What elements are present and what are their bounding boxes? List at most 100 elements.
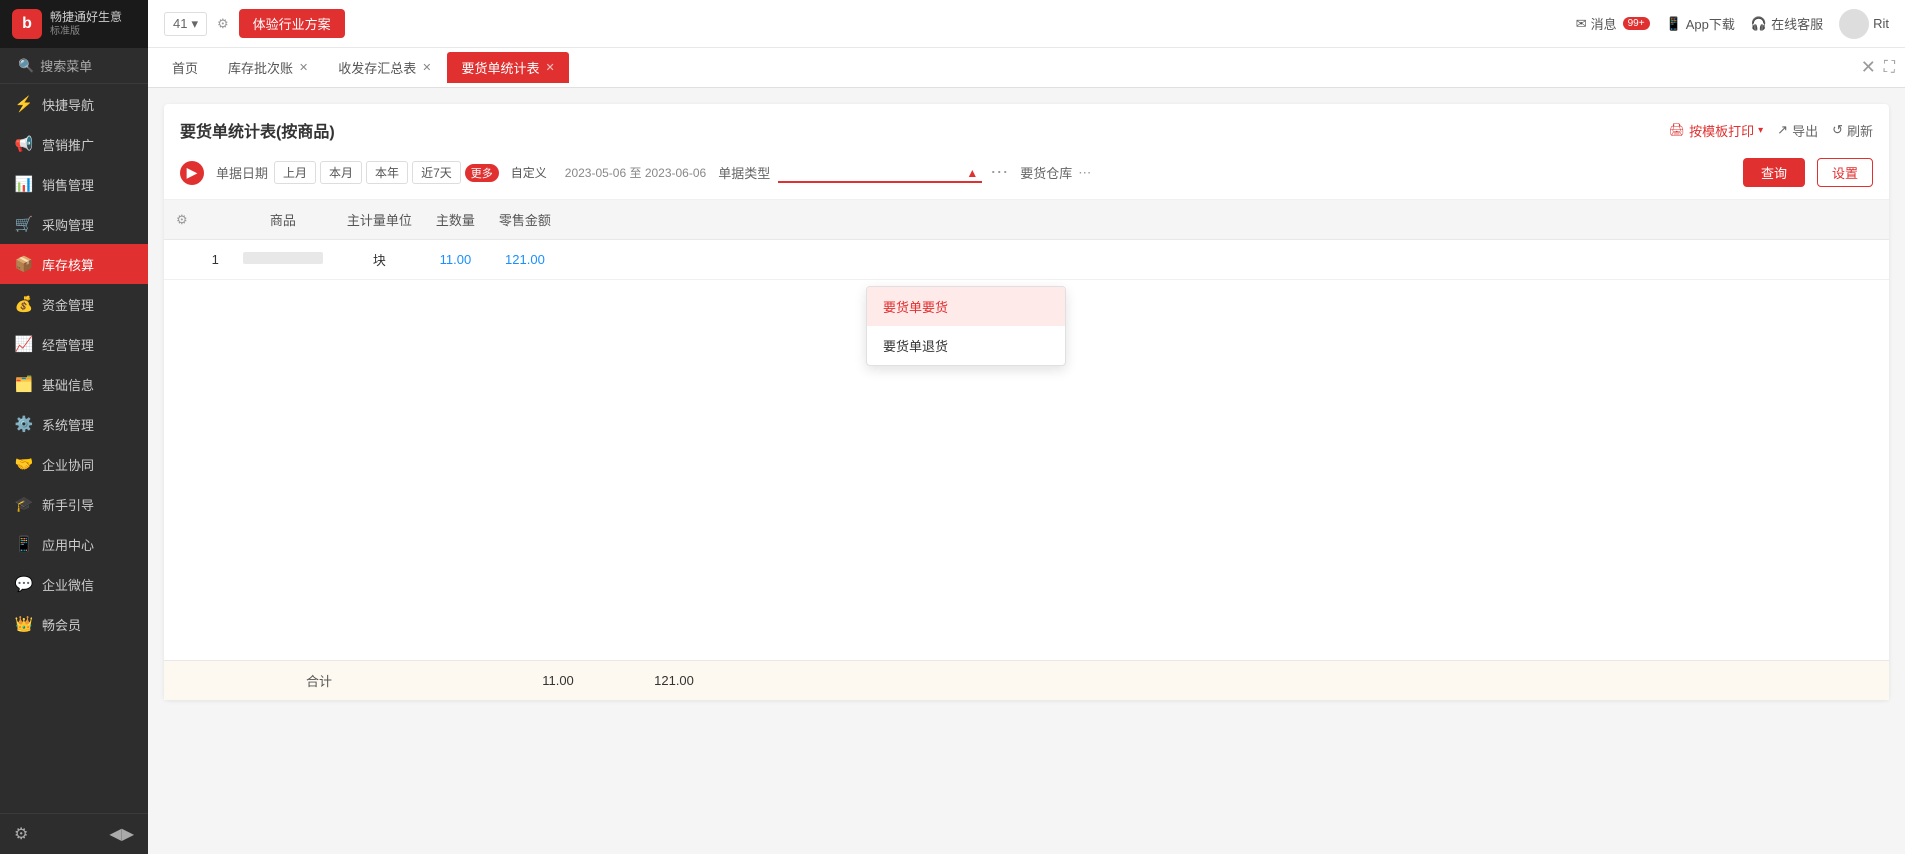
tabs-actions: ✕ ⛶: [1861, 57, 1895, 78]
messages-btn[interactable]: ✉ 消息 99+: [1576, 14, 1650, 33]
filter-more-btn[interactable]: ⋯: [990, 162, 1008, 183]
avatar: [1839, 9, 1869, 39]
tab-shoufa-huizong[interactable]: 收发存汇总表 ✕: [324, 52, 445, 83]
sidebar-item-huiyuan[interactable]: 👑 畅会员: [0, 604, 148, 644]
date-options: 上月 本月 本年 近7天 更多 自定义: [274, 161, 555, 184]
row-product: [231, 240, 335, 280]
row-amount: 121.00: [487, 240, 563, 280]
warehouse-dots-btn[interactable]: ⋯: [1078, 165, 1091, 181]
sidebar-nav: ⚡ 快捷导航 📢 营销推广 📊 销售管理 🛒 采购管理 📦 库存核算 💰 资金管…: [0, 84, 148, 813]
tab-kucun-pici[interactable]: 库存批次账 ✕: [214, 52, 322, 83]
sidebar-item-jichu[interactable]: 🗂️ 基础信息: [0, 364, 148, 404]
refresh-icon: ↺: [1832, 122, 1843, 138]
filter-row: ▶ 单据日期 上月 本月 本年 近7天 更多 自定义 2023-05-06 至 …: [164, 150, 1889, 200]
tab-close-shoufa-huizong[interactable]: ✕: [422, 61, 431, 74]
settings-icon[interactable]: ⚙: [14, 824, 28, 844]
page-title: 要货单统计表(按商品): [180, 118, 335, 142]
app-download-btn[interactable]: 📱 App下载: [1666, 14, 1735, 33]
yingyong-icon: 📱: [14, 534, 34, 554]
sidebar-item-xiaoshou[interactable]: 📊 销售管理: [0, 164, 148, 204]
xiaoshou-icon: 📊: [14, 174, 34, 194]
page-header-actions: 🖨 按模板打印 ▾ ↗ 导出 ↺ 刷新: [1669, 121, 1873, 140]
gear-icon[interactable]: ⚙: [217, 16, 229, 32]
filter-expand-btn[interactable]: ▶: [180, 161, 204, 185]
query-btn[interactable]: 查询: [1743, 158, 1805, 187]
sidebar-item-zijin[interactable]: 💰 资金管理: [0, 284, 148, 324]
app-logo: b: [12, 9, 42, 39]
jichu-icon: 🗂️: [14, 374, 34, 394]
footer-amount: 121.00: [624, 673, 724, 688]
sidebar-item-xitong[interactable]: ⚙️ 系统管理: [0, 404, 148, 444]
sidebar-search[interactable]: 🔍 搜索菜单: [0, 48, 148, 84]
sidebar-item-xinshou[interactable]: 🎓 新手引导: [0, 484, 148, 524]
tab-maximize-icon[interactable]: ⛶: [1884, 59, 1895, 77]
zijin-icon: 💰: [14, 294, 34, 314]
table-col-amount: 零售金额: [487, 200, 563, 240]
chevron-down-icon: ▾: [191, 16, 198, 32]
search-icon: 🔍: [18, 58, 34, 74]
date-more-badge[interactable]: 更多: [465, 164, 499, 182]
industry-btn[interactable]: 体验行业方案: [239, 9, 345, 38]
data-table: ⚙ 商品 主计量单位 主数量 零售金额 1: [164, 200, 1889, 280]
tabs-bar: 首页 库存批次账 ✕ 收发存汇总表 ✕ 要货单统计表 ✕ ✕ ⛶: [148, 48, 1905, 88]
download-icon: 📱: [1666, 16, 1682, 32]
page-card: 要货单统计表(按商品) 🖨 按模板打印 ▾ ↗ 导出 ↺ 刷新: [164, 104, 1889, 700]
tab-yaohuo-tongji[interactable]: 要货单统计表 ✕: [447, 52, 568, 83]
weixin-icon: 💬: [14, 574, 34, 594]
table-col-settings[interactable]: ⚙: [164, 200, 200, 240]
service-icon: 🎧: [1751, 16, 1767, 32]
sidebar-item-weixin[interactable]: 💬 企业微信: [0, 564, 148, 604]
message-icon: ✉: [1576, 16, 1587, 32]
footer-quantity: 11.00: [508, 673, 608, 688]
filter-date-group: 单据日期 上月 本月 本年 近7天 更多 自定义 2023-05-06 至 20…: [216, 161, 706, 184]
app-title: 畅捷通好生意 标准版: [50, 10, 122, 39]
dropdown-item-yaohuo[interactable]: 要货单要货: [867, 287, 1065, 326]
tab-home[interactable]: 首页: [158, 52, 212, 83]
filter-settings-btn[interactable]: 设置: [1817, 158, 1873, 187]
filter-warehouse-group: 要货仓库 ⋯: [1020, 163, 1091, 182]
tab-close-kucun-pici[interactable]: ✕: [299, 61, 308, 74]
qiye-icon: 🤝: [14, 454, 34, 474]
type-dropdown: 要货单要货 要货单退货: [866, 286, 1066, 366]
yingxiao-icon: 📢: [14, 134, 34, 154]
tab-close-all-icon[interactable]: ✕: [1861, 57, 1876, 78]
online-service-btn[interactable]: 🎧 在线客服: [1751, 14, 1823, 33]
table-header-row: ⚙ 商品 主计量单位 主数量 零售金额: [164, 200, 1889, 240]
table-col-index: [200, 200, 231, 240]
collapse-icon[interactable]: ◀▶: [109, 824, 134, 844]
sidebar-header: b 畅捷通好生意 标准版: [0, 0, 148, 48]
topbar-left: 41 ▾ ⚙ 体验行业方案: [164, 9, 1564, 38]
date-custom-btn[interactable]: 自定义: [503, 162, 555, 183]
kuaijie-icon: ⚡: [14, 94, 34, 114]
date-btn-this-month[interactable]: 本月: [320, 161, 362, 184]
row-quantity: 11.00: [424, 240, 487, 280]
type-select-input[interactable]: [778, 162, 982, 183]
user-avatar-btn[interactable]: Rit: [1839, 9, 1889, 39]
org-selector[interactable]: 41 ▾: [164, 12, 207, 36]
sidebar-item-kucun[interactable]: 📦 库存核算: [0, 244, 148, 284]
date-btn-this-year[interactable]: 本年: [366, 161, 408, 184]
xitong-icon: ⚙️: [14, 414, 34, 434]
sidebar-item-kuaijie[interactable]: ⚡ 快捷导航: [0, 84, 148, 124]
sidebar-item-jingying[interactable]: 📈 经营管理: [0, 324, 148, 364]
date-btn-last-7-days[interactable]: 近7天: [412, 161, 461, 184]
export-btn[interactable]: ↗ 导出: [1777, 121, 1818, 140]
caigou-icon: 🛒: [14, 214, 34, 234]
footer-total-label: 合计: [176, 671, 332, 690]
refresh-btn[interactable]: ↺ 刷新: [1832, 121, 1873, 140]
page-header: 要货单统计表(按商品) 🖨 按模板打印 ▾ ↗ 导出 ↺ 刷新: [164, 104, 1889, 150]
sidebar-item-caigou[interactable]: 🛒 采购管理: [0, 204, 148, 244]
date-range-display: 2023-05-06 至 2023-06-06: [565, 164, 706, 181]
print-btn[interactable]: 🖨 按模板打印 ▾: [1669, 121, 1764, 140]
table-col-quantity: 主数量: [424, 200, 487, 240]
row-settings: [164, 240, 200, 280]
kucun-icon: 📦: [14, 254, 34, 274]
date-btn-last-month[interactable]: 上月: [274, 161, 316, 184]
sidebar-item-yingxiao[interactable]: 📢 营销推广: [0, 124, 148, 164]
product-placeholder: [243, 252, 323, 264]
table-col-unit: 主计量单位: [335, 200, 424, 240]
sidebar-item-qiye[interactable]: 🤝 企业协同: [0, 444, 148, 484]
tab-close-yaohuo-tongji[interactable]: ✕: [546, 61, 555, 74]
dropdown-item-tuihuo[interactable]: 要货单退货: [867, 326, 1065, 365]
sidebar-item-yingyong[interactable]: 📱 应用中心: [0, 524, 148, 564]
